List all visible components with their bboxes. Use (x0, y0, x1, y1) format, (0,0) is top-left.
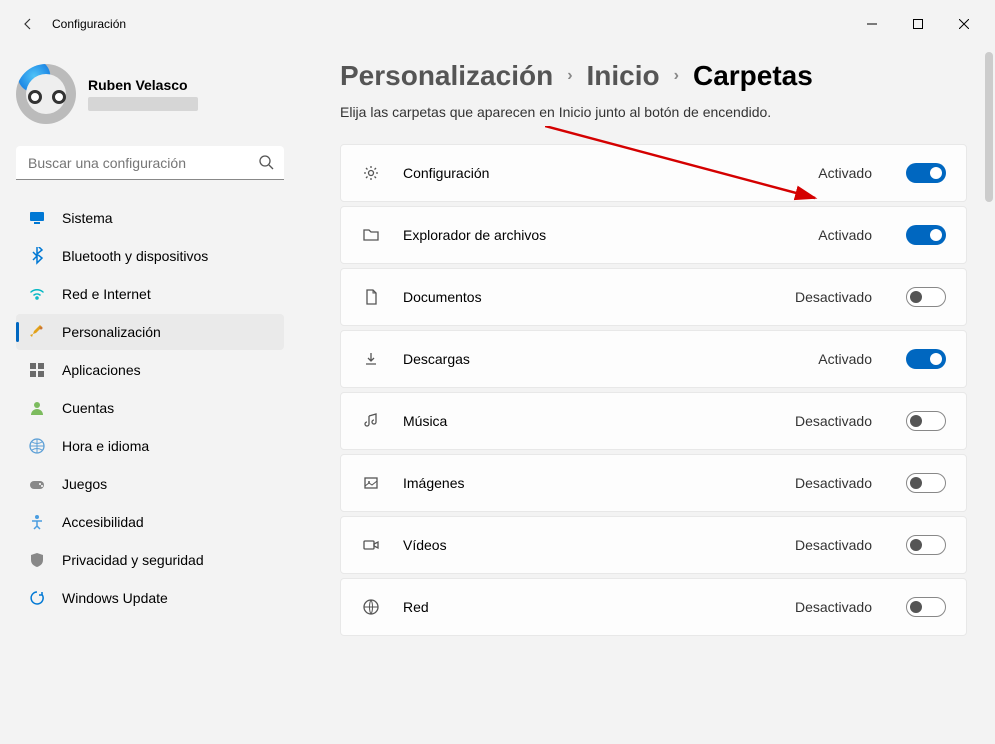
shield-icon (28, 551, 46, 569)
sidebar-item-cuentas[interactable]: Cuentas (16, 390, 284, 426)
folder-label: Vídeos (403, 537, 773, 553)
maximize-button[interactable] (895, 8, 941, 40)
sidebar-item-label: Personalización (62, 324, 161, 340)
sidebar-item-label: Hora e idioma (62, 438, 149, 454)
folder-card-documentos: Documentos Desactivado (340, 268, 967, 326)
sidebar-item-label: Sistema (62, 210, 113, 226)
folder-label: Documentos (403, 289, 773, 305)
update-icon (28, 589, 46, 607)
folder-card-red: Red Desactivado (340, 578, 967, 636)
scrollbar-thumb[interactable] (985, 52, 993, 202)
brush-icon (28, 323, 46, 341)
wifi-icon (28, 285, 46, 303)
video-icon (361, 535, 381, 555)
close-icon (959, 19, 969, 29)
minimize-button[interactable] (849, 8, 895, 40)
gamepad-icon (28, 475, 46, 493)
arrow-left-icon (20, 16, 36, 32)
folder-icon (361, 225, 381, 245)
folder-toggle-red[interactable] (906, 597, 946, 617)
folder-card-musica: Música Desactivado (340, 392, 967, 450)
folder-toggle-musica[interactable] (906, 411, 946, 431)
close-button[interactable] (941, 8, 987, 40)
breadcrumb: Personalización › Inicio › Carpetas (340, 60, 967, 92)
window-title: Configuración (52, 17, 126, 31)
sidebar-item-red[interactable]: Red e Internet (16, 276, 284, 312)
folder-card-explorador: Explorador de archivos Activado (340, 206, 967, 264)
chevron-right-icon: › (674, 67, 679, 85)
folder-toggle-imagenes[interactable] (906, 473, 946, 493)
sidebar-item-update[interactable]: Windows Update (16, 580, 284, 616)
sidebar-item-label: Privacidad y seguridad (62, 552, 204, 568)
page-description: Elija las carpetas que aparecen en Inici… (340, 104, 967, 120)
search-field[interactable] (16, 146, 284, 180)
image-icon (361, 473, 381, 493)
search-input[interactable] (16, 146, 284, 180)
search-icon (258, 154, 274, 175)
folder-status: Desactivado (795, 475, 872, 491)
folder-label: Música (403, 413, 773, 429)
user-name: Ruben Velasco (88, 77, 198, 93)
document-icon (361, 287, 381, 307)
sidebar-item-label: Windows Update (62, 590, 168, 606)
sidebar-item-personalizacion[interactable]: Personalización (16, 314, 284, 350)
folder-status: Activado (818, 165, 872, 181)
folder-toggle-documentos[interactable] (906, 287, 946, 307)
download-icon (361, 349, 381, 369)
folder-card-imagenes: Imágenes Desactivado (340, 454, 967, 512)
avatar (16, 64, 76, 124)
folder-toggle-descargas[interactable] (906, 349, 946, 369)
back-button[interactable] (8, 4, 48, 44)
folder-toggle-videos[interactable] (906, 535, 946, 555)
accessibility-icon (28, 513, 46, 531)
minimize-icon (867, 19, 877, 29)
sidebar-item-label: Red e Internet (62, 286, 151, 302)
folder-status: Desactivado (795, 289, 872, 305)
folder-card-configuracion: Configuración Activado (340, 144, 967, 202)
user-profile[interactable]: Ruben Velasco (16, 56, 284, 140)
folder-label: Imágenes (403, 475, 773, 491)
sidebar-item-label: Bluetooth y dispositivos (62, 248, 208, 264)
network-icon (361, 597, 381, 617)
folder-label: Descargas (403, 351, 796, 367)
music-icon (361, 411, 381, 431)
settings-icon (361, 163, 381, 183)
folder-toggle-explorador[interactable] (906, 225, 946, 245)
folder-label: Red (403, 599, 773, 615)
folder-toggle-configuracion[interactable] (906, 163, 946, 183)
sidebar-item-privacidad[interactable]: Privacidad y seguridad (16, 542, 284, 578)
folder-status: Desactivado (795, 413, 872, 429)
folder-label: Explorador de archivos (403, 227, 796, 243)
apps-icon (28, 361, 46, 379)
breadcrumb-current: Carpetas (693, 60, 813, 92)
chevron-right-icon: › (567, 67, 572, 85)
sidebar-item-label: Aplicaciones (62, 362, 141, 378)
maximize-icon (913, 19, 923, 29)
sidebar-item-label: Cuentas (62, 400, 114, 416)
folder-card-descargas: Descargas Activado (340, 330, 967, 388)
breadcrumb-personalizacion[interactable]: Personalización (340, 60, 553, 92)
folder-status: Activado (818, 351, 872, 367)
folder-status: Activado (818, 227, 872, 243)
person-icon (28, 399, 46, 417)
sidebar-item-label: Accesibilidad (62, 514, 144, 530)
globe-clock-icon (28, 437, 46, 455)
sidebar-item-accesibilidad[interactable]: Accesibilidad (16, 504, 284, 540)
bluetooth-icon (28, 247, 46, 265)
user-email-redacted (88, 97, 198, 111)
sidebar-item-sistema[interactable]: Sistema (16, 200, 284, 236)
sidebar-item-hora[interactable]: Hora e idioma (16, 428, 284, 464)
folder-status: Desactivado (795, 599, 872, 615)
sidebar-item-label: Juegos (62, 476, 107, 492)
sidebar-item-juegos[interactable]: Juegos (16, 466, 284, 502)
sidebar-item-bluetooth[interactable]: Bluetooth y dispositivos (16, 238, 284, 274)
sidebar-item-aplicaciones[interactable]: Aplicaciones (16, 352, 284, 388)
breadcrumb-inicio[interactable]: Inicio (587, 60, 660, 92)
display-icon (28, 209, 46, 227)
folder-card-videos: Vídeos Desactivado (340, 516, 967, 574)
folder-label: Configuración (403, 165, 796, 181)
folder-status: Desactivado (795, 537, 872, 553)
